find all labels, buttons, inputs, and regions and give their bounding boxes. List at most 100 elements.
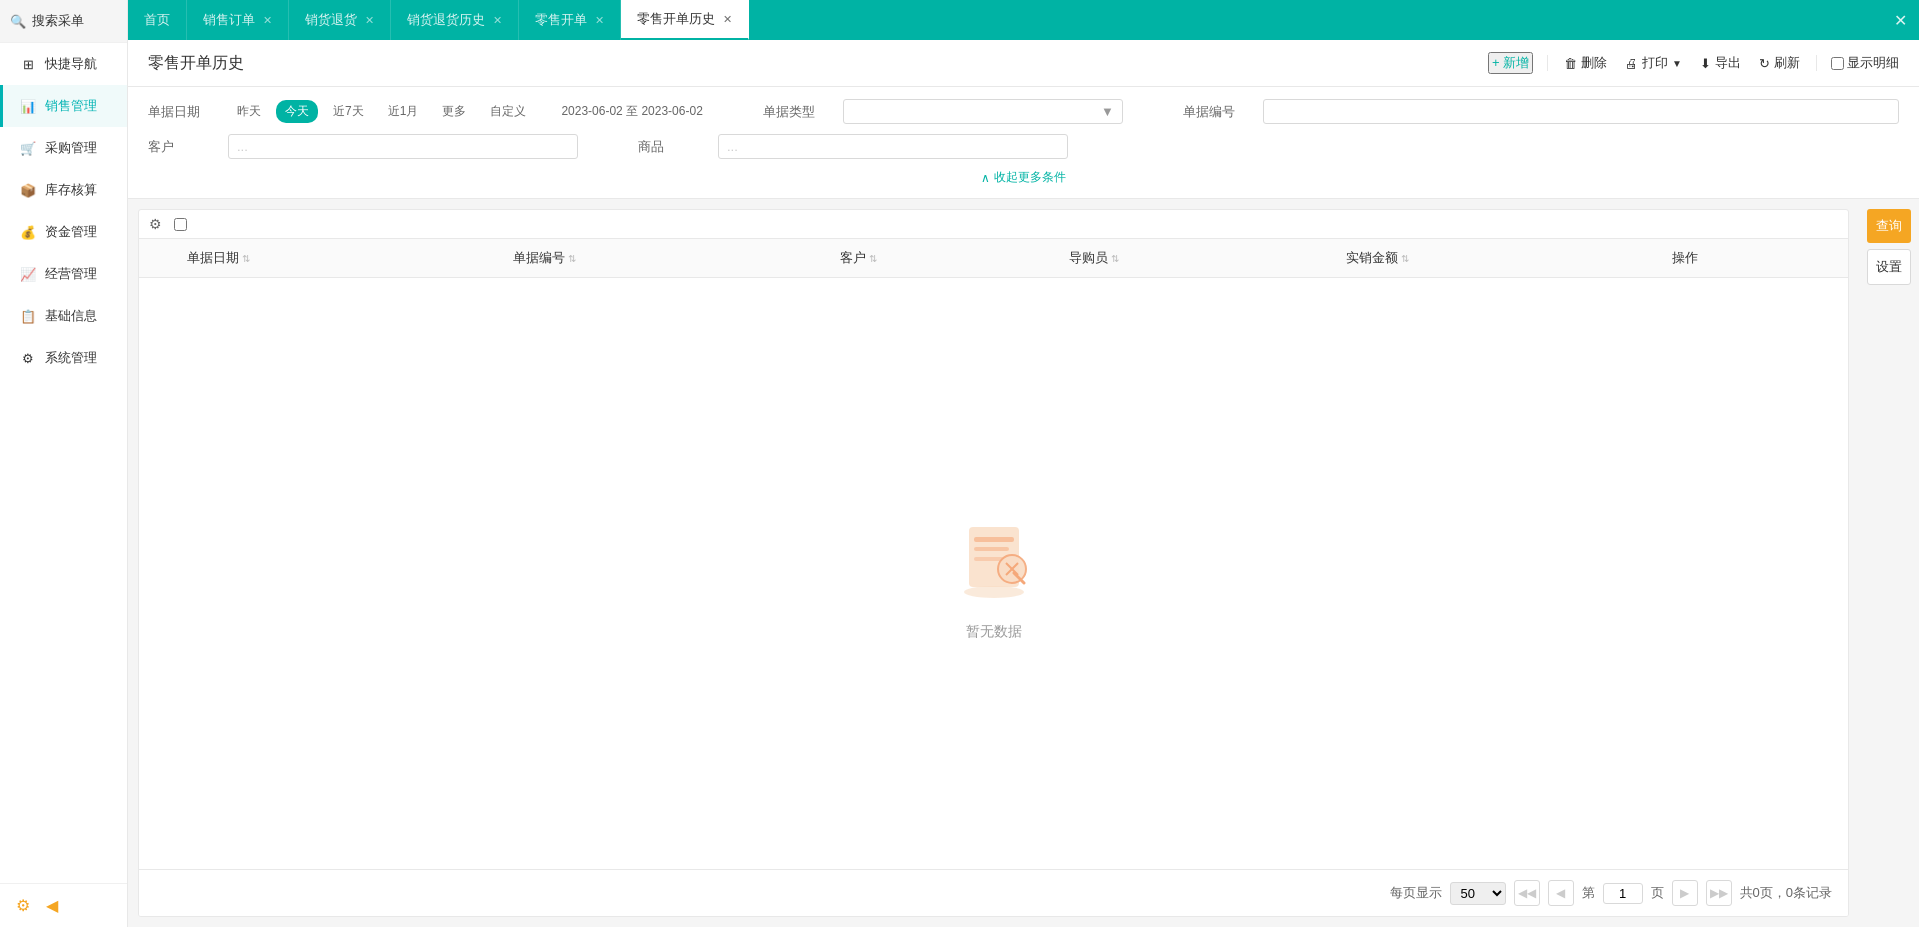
tab-retail-open-history[interactable]: 零售开单历史✕ (621, 0, 749, 40)
tab-close-sales-return-history[interactable]: ✕ (493, 14, 502, 27)
per-page-label: 每页显示 (1390, 884, 1442, 902)
content: 零售开单历史 + 新增 🗑 删除 🖨 打印 ▼ ⬇ 导出 ↻ (128, 40, 1919, 927)
col-no: 单据编号⇅ (501, 239, 827, 278)
doc-type-dropdown-icon: ▼ (1101, 104, 1114, 119)
sidebar-item-sys-mgmt[interactable]: ⚙ 系统管理 (0, 337, 127, 379)
settings-footer-icon[interactable]: ⚙ (16, 896, 30, 915)
sidebar-item-label: 基础信息 (45, 307, 97, 325)
date-btn-last7[interactable]: 近7天 (324, 100, 373, 123)
sidebar-item-finance[interactable]: 💰资金管理 (0, 211, 127, 253)
col-action: 操作 (1660, 239, 1848, 278)
sidebar-item-inventory[interactable]: 📦库存核算 (0, 169, 127, 211)
customer-label: 客户 (148, 138, 208, 156)
date-btn-yesterday[interactable]: 昨天 (228, 100, 270, 123)
filter-area: 单据日期 昨天今天近7天近1月更多自定义 2023-06-02 至 2023-0… (128, 87, 1919, 199)
empty-icon (944, 507, 1044, 607)
col-salesperson: 导购员⇅ (1057, 239, 1335, 278)
date-btn-custom[interactable]: 自定义 (481, 100, 535, 123)
date-label: 单据日期 (148, 103, 208, 121)
sys-mgmt-icon: ⚙ (19, 349, 37, 367)
doc-type-select[interactable]: ▼ (843, 99, 1123, 124)
sidebar-item-label: 资金管理 (45, 223, 97, 241)
refresh-icon: ↻ (1759, 56, 1770, 71)
tab-close-sales-order[interactable]: ✕ (263, 14, 272, 27)
select-all-checkbox[interactable] (174, 218, 187, 231)
table-query-area: ⚙ 单据日期⇅单据编号⇅客户⇅导购员⇅实销金额⇅操作 (128, 199, 1919, 927)
export-icon: ⬇ (1700, 56, 1711, 71)
refresh-button[interactable]: ↻ 刷新 (1757, 54, 1802, 72)
export-button[interactable]: ⬇ 导出 (1698, 54, 1743, 72)
tab-close-retail-open-history[interactable]: ✕ (723, 13, 732, 26)
customer-select[interactable]: ... (228, 134, 578, 159)
sidebar-search[interactable]: 🔍 搜索采单 (0, 0, 127, 43)
tab-label-retail-open: 零售开单 (535, 11, 587, 29)
add-button[interactable]: + 新增 (1488, 52, 1533, 74)
date-btn-last1month[interactable]: 近1月 (379, 100, 428, 123)
tab-close-sales-return[interactable]: ✕ (365, 14, 374, 27)
date-btn-more[interactable]: 更多 (433, 100, 475, 123)
sidebar-item-label: 库存核算 (45, 181, 97, 199)
first-page-button[interactable]: ◀◀ (1514, 880, 1540, 906)
doc-no-input[interactable] (1263, 99, 1899, 124)
pagination: 每页显示 102050100 ◀◀ ◀ 第 页 ▶ ▶▶ 共0页，0条记录 (139, 869, 1848, 916)
tab-retail-open[interactable]: 零售开单 ✕ (519, 0, 621, 40)
prev-page-button[interactable]: ◀ (1548, 880, 1574, 906)
next-page-button[interactable]: ▶ (1672, 880, 1698, 906)
sidebar-item-label: 采购管理 (45, 139, 97, 157)
delete-icon: 🗑 (1564, 56, 1577, 71)
page-title: 零售开单历史 (148, 53, 244, 74)
page-input[interactable] (1603, 883, 1643, 904)
sidebar-item-quick-nav[interactable]: ⊞快捷导航 (0, 43, 127, 85)
page-label: 第 (1582, 884, 1595, 902)
table-settings-icon[interactable]: ⚙ (149, 216, 162, 232)
tab-sales-return[interactable]: 销货退货 ✕ (289, 0, 391, 40)
sidebar-item-label: 系统管理 (45, 349, 97, 367)
sort-icon-salesperson: ⇅ (1111, 253, 1119, 264)
sidebar-nav: ⊞快捷导航📊销售管理 🛒 采购管理 📦库存核算💰资金管理📈经营管理 📋 基础信息 ⚙ 系统管理 (0, 43, 127, 883)
goods-placeholder: ... (727, 139, 738, 154)
table-header-row: 单据日期⇅单据编号⇅客户⇅导购员⇅实销金额⇅操作 (139, 239, 1848, 278)
tab-label-sales-order: 销售订单 (203, 11, 255, 29)
tab-label-sales-return: 销货退货 (305, 11, 357, 29)
tab-bar-right: ✕ (1894, 11, 1919, 30)
sidebar-item-base-info[interactable]: 📋 基础信息 (0, 295, 127, 337)
goods-select[interactable]: ... (718, 134, 1068, 159)
window-close-button[interactable]: ✕ (1894, 11, 1907, 30)
display-columns-button[interactable]: 显示明细 (1831, 54, 1899, 72)
tab-sales-order[interactable]: 销售订单 ✕ (187, 0, 289, 40)
last-page-button[interactable]: ▶▶ (1706, 880, 1732, 906)
svg-point-0 (964, 586, 1024, 598)
date-btn-today[interactable]: 今天 (276, 100, 318, 123)
tab-close-retail-open[interactable]: ✕ (595, 14, 604, 27)
customer-placeholder: ... (237, 139, 248, 154)
sidebar-search-label: 搜索采单 (32, 12, 84, 30)
sidebar-item-label: 经营管理 (45, 265, 97, 283)
sidebar-item-business[interactable]: 📈经营管理 (0, 253, 127, 295)
print-button[interactable]: 🖨 打印 ▼ (1623, 54, 1684, 72)
sort-icon-amount: ⇅ (1401, 253, 1409, 264)
pagination-info: 共0页，0条记录 (1740, 884, 1832, 902)
purchase-mgmt-icon: 🛒 (19, 139, 37, 157)
empty-state: 暂无数据 (139, 278, 1848, 869)
per-page-select[interactable]: 102050100 (1450, 882, 1506, 905)
tab-sales-return-history[interactable]: 销货退货历史✕ (391, 0, 519, 40)
display-columns-checkbox[interactable] (1831, 57, 1844, 70)
page-suffix-label: 页 (1651, 884, 1664, 902)
search-icon: 🔍 (10, 14, 26, 29)
delete-button[interactable]: 🗑 删除 (1562, 54, 1609, 72)
sidebar-item-purchase-mgmt[interactable]: 🛒 采购管理 (0, 127, 127, 169)
sidebar-item-label: 快捷导航 (45, 55, 97, 73)
sort-icon-no: ⇅ (568, 253, 576, 264)
settings-button[interactable]: 设置 (1867, 249, 1911, 285)
query-button[interactable]: 查询 (1867, 209, 1911, 243)
sidebar: 🔍 搜索采单 ⊞快捷导航📊销售管理 🛒 采购管理 📦库存核算💰资金管理📈经营管理 📋 基础… (0, 0, 128, 927)
svg-rect-2 (974, 537, 1014, 542)
table-container: ⚙ 单据日期⇅单据编号⇅客户⇅导购员⇅实销金额⇅操作 (138, 209, 1849, 917)
date-filter-buttons: 昨天今天近7天近1月更多自定义 (228, 100, 535, 123)
collapse-footer-icon[interactable]: ◀ (46, 896, 58, 915)
collapse-filter-button[interactable]: ∧ 收起更多条件 (148, 169, 1899, 186)
tab-home[interactable]: 首页 (128, 0, 187, 40)
doc-type-label: 单据类型 (763, 103, 823, 121)
base-info-icon: 📋 (19, 307, 37, 325)
sidebar-item-sales-mgmt[interactable]: 📊销售管理 (0, 85, 127, 127)
